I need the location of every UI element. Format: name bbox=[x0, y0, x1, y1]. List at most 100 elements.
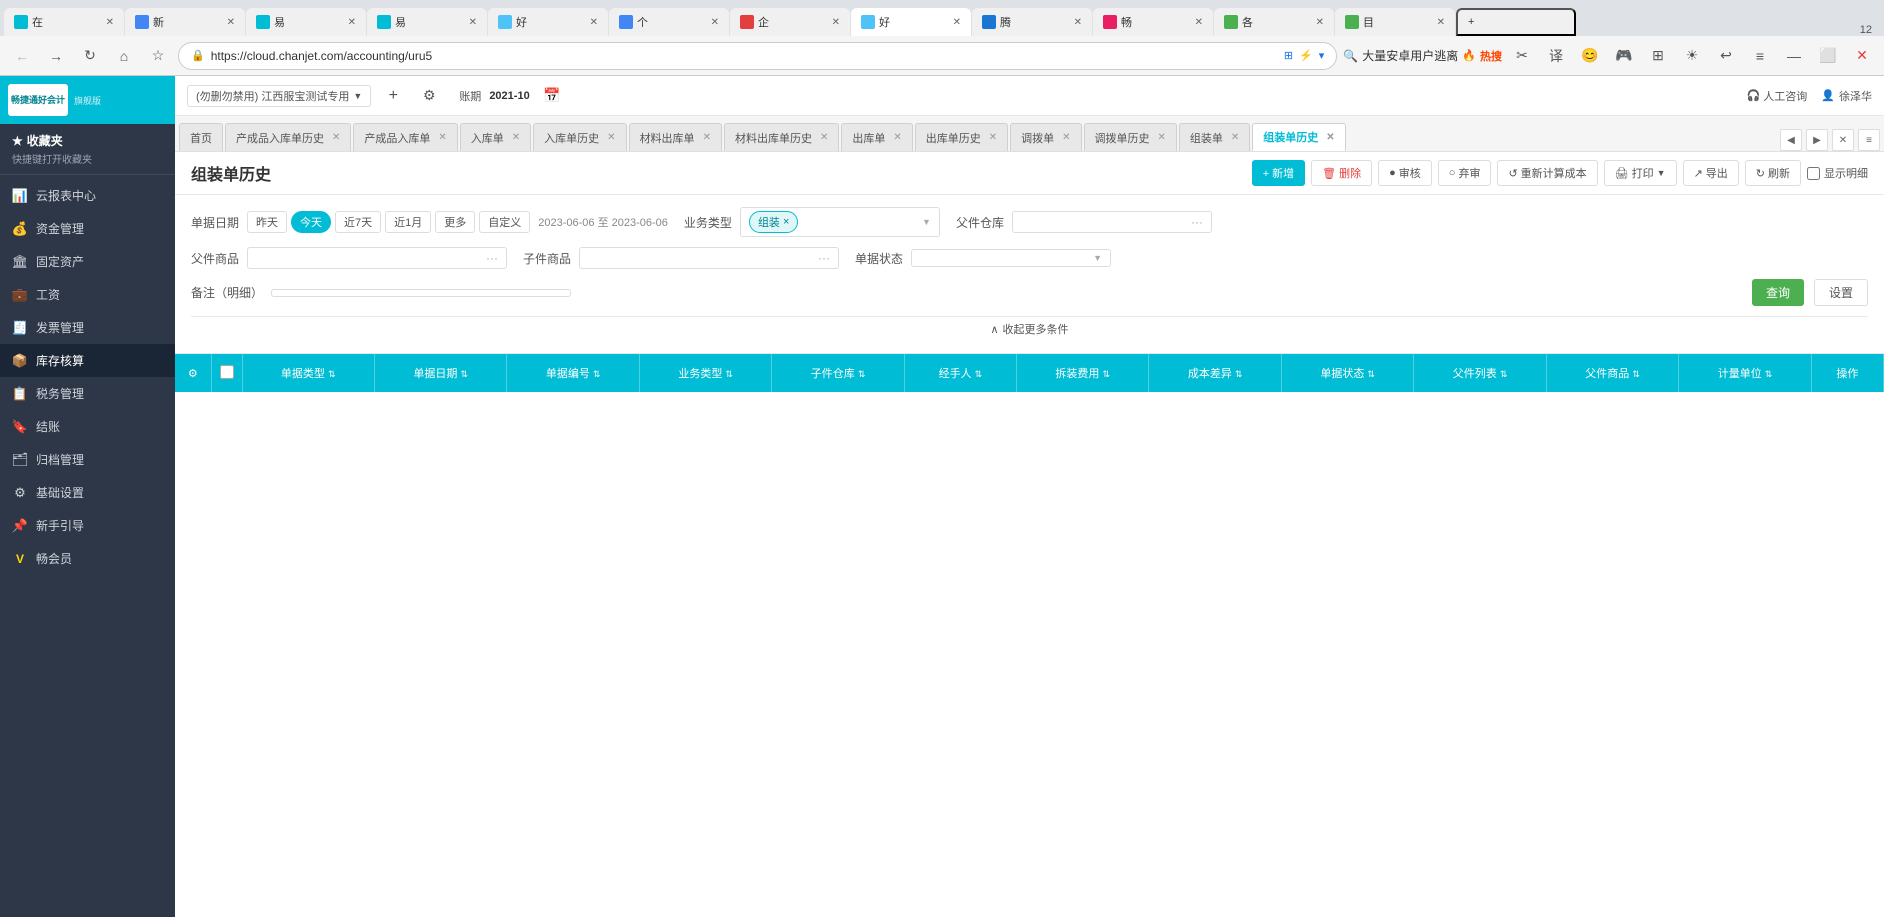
tab-menu-btn[interactable]: ≡ bbox=[1858, 129, 1880, 151]
browser-tab-1[interactable]: 在 ✕ bbox=[4, 8, 124, 36]
child-goods-dots[interactable]: ··· bbox=[818, 251, 830, 265]
new-btn[interactable]: + 新增 bbox=[1252, 160, 1305, 186]
sidebar-item-fixed-assets[interactable]: 🏛 固定资产 bbox=[0, 245, 175, 278]
tab-close-prod-in[interactable]: ✕ bbox=[438, 132, 446, 143]
tab-close-transfer[interactable]: ✕ bbox=[1062, 132, 1070, 143]
user-info[interactable]: 👤 徐泽华 bbox=[1821, 88, 1872, 104]
browser-tab-12[interactable]: 目 ✕ bbox=[1335, 8, 1455, 36]
week-btn[interactable]: 近7天 bbox=[335, 211, 381, 233]
page-tab-out-history[interactable]: 出库单历史 ✕ bbox=[915, 123, 1008, 151]
parent-goods-input[interactable]: ··· bbox=[247, 247, 507, 269]
company-settings-btn[interactable]: ⚙ bbox=[415, 82, 443, 110]
forward-btn[interactable]: → bbox=[42, 42, 70, 70]
th-bill-type[interactable]: 单据类型 ⇅ bbox=[242, 354, 374, 392]
menu-btn[interactable]: ≡ bbox=[1746, 42, 1774, 70]
show-detail-checkbox-container[interactable]: 显示明细 bbox=[1807, 165, 1868, 181]
tab-close-10[interactable]: ✕ bbox=[1195, 17, 1203, 28]
custom-btn[interactable]: 自定义 bbox=[479, 211, 530, 233]
browser-tab-9[interactable]: 腾 ✕ bbox=[972, 8, 1092, 36]
grid-btn[interactable]: ⊞ bbox=[1644, 42, 1672, 70]
biz-type-input-area[interactable]: 组装 × ▼ bbox=[740, 207, 940, 237]
print-btn[interactable]: 🖨 打印 ▼ bbox=[1604, 160, 1677, 186]
recalc-btn[interactable]: ↺ 重新计算成本 bbox=[1497, 160, 1597, 186]
calendar-btn[interactable]: 📅 bbox=[538, 82, 566, 110]
sun-btn[interactable]: ☀ bbox=[1678, 42, 1706, 70]
emoji-btn[interactable]: 😊 bbox=[1576, 42, 1604, 70]
back-btn[interactable]: ← bbox=[8, 42, 36, 70]
support-btn[interactable]: 🎧 人工咨询 bbox=[1741, 86, 1814, 106]
page-tab-out-order[interactable]: 出库单 ✕ bbox=[841, 123, 912, 151]
sidebar-item-cloud-reports[interactable]: 📊 云报表中心 bbox=[0, 179, 175, 212]
parent-warehouse-input[interactable]: ··· bbox=[1012, 211, 1212, 233]
tab-close-4[interactable]: ✕ bbox=[469, 17, 477, 28]
tab-close-in-history[interactable]: ✕ bbox=[607, 132, 615, 143]
translate-btn[interactable]: 译 bbox=[1542, 42, 1570, 70]
sidebar-item-inventory[interactable]: 📦 库存核算 bbox=[0, 344, 175, 377]
biz-type-dropdown-icon[interactable]: ▼ bbox=[922, 217, 931, 227]
add-company-btn[interactable]: + bbox=[379, 82, 407, 110]
browser-tab-5[interactable]: 好 ✕ bbox=[488, 8, 608, 36]
month-btn[interactable]: 近1月 bbox=[385, 211, 431, 233]
th-settings-icon[interactable]: ⚙ bbox=[188, 368, 198, 380]
page-tab-assembly-history[interactable]: 组装单历史 ✕ bbox=[1252, 123, 1345, 151]
th-handler-sort[interactable]: ⇅ bbox=[975, 369, 983, 379]
bill-status-select[interactable]: ▼ bbox=[911, 249, 1111, 267]
th-bill-no[interactable]: 单据编号 ⇅ bbox=[507, 354, 639, 392]
th-cost-diff[interactable]: 成本差异 ⇅ bbox=[1149, 354, 1281, 392]
th-disassembly-cost-sort[interactable]: ⇅ bbox=[1102, 369, 1110, 379]
sidebar-item-settings[interactable]: ⚙ 基础设置 bbox=[0, 476, 175, 509]
close-win-btn[interactable]: ✕ bbox=[1848, 42, 1876, 70]
dropdown-icon[interactable]: ▾ bbox=[1319, 49, 1325, 62]
browser-tab-6[interactable]: 个 ✕ bbox=[609, 8, 729, 36]
new-browser-tab-btn[interactable]: + bbox=[1456, 8, 1576, 36]
tab-close-material-out[interactable]: ✕ bbox=[703, 132, 711, 143]
tab-close-2[interactable]: ✕ bbox=[227, 17, 235, 28]
address-bar[interactable]: 🔒 https://cloud.chanjet.com/accounting/u… bbox=[178, 42, 1337, 70]
th-checkbox-control[interactable] bbox=[220, 365, 234, 379]
th-bill-status-sort[interactable]: ⇅ bbox=[1367, 369, 1375, 379]
tab-close-12[interactable]: ✕ bbox=[1437, 17, 1445, 28]
page-tab-prod-in-history[interactable]: 产成品入库单历史 ✕ bbox=[225, 123, 351, 151]
tab-close-1[interactable]: ✕ bbox=[106, 17, 114, 28]
tab-close-3[interactable]: ✕ bbox=[348, 17, 356, 28]
export-btn[interactable]: ↗ 导出 bbox=[1683, 160, 1739, 186]
th-child-warehouse-sort[interactable]: ⇅ bbox=[858, 369, 866, 379]
browser-tab-8[interactable]: 好 ✕ bbox=[851, 8, 971, 36]
th-bill-no-sort[interactable]: ⇅ bbox=[593, 369, 601, 379]
page-tab-transfer-history[interactable]: 调拨单历史 ✕ bbox=[1084, 123, 1177, 151]
parent-warehouse-dots[interactable]: ··· bbox=[1191, 215, 1203, 229]
tab-close-transfer-history[interactable]: ✕ bbox=[1158, 132, 1166, 143]
th-bill-status[interactable]: 单据状态 ⇅ bbox=[1281, 354, 1413, 392]
audit-btn[interactable]: ● 审核 bbox=[1378, 160, 1432, 186]
show-detail-checkbox[interactable] bbox=[1807, 167, 1820, 180]
th-parent-list-sort[interactable]: ⇅ bbox=[1500, 369, 1508, 379]
today-btn[interactable]: 今天 bbox=[291, 211, 331, 233]
unaudit-btn[interactable]: ○ 弃审 bbox=[1438, 160, 1492, 186]
tab-close-in-order[interactable]: ✕ bbox=[512, 132, 520, 143]
sidebar-item-fund-mgmt[interactable]: 💰 资金管理 bbox=[0, 212, 175, 245]
filter-settings-btn[interactable]: 设置 bbox=[1814, 279, 1868, 306]
th-biz-type[interactable]: 业务类型 ⇅ bbox=[639, 354, 771, 392]
page-tab-prod-in[interactable]: 产成品入库单 ✕ bbox=[353, 123, 457, 151]
tab-close-prod-in-history[interactable]: ✕ bbox=[332, 132, 340, 143]
refresh-btn[interactable]: ↻ 刷新 bbox=[1745, 160, 1801, 186]
th-child-warehouse[interactable]: 子件仓库 ⇅ bbox=[772, 354, 904, 392]
browser-tab-2[interactable]: 新 ✕ bbox=[125, 8, 245, 36]
company-selector[interactable]: (勿删勿禁用) 江西服宝测试专用 ▼ bbox=[187, 85, 371, 107]
sidebar-item-guide[interactable]: 📌 新手引导 bbox=[0, 509, 175, 542]
th-checkbox[interactable] bbox=[211, 354, 242, 392]
page-tab-in-history[interactable]: 入库单历史 ✕ bbox=[533, 123, 626, 151]
browser-tab-4[interactable]: 易 ✕ bbox=[367, 8, 487, 36]
sidebar-favorite-sub[interactable]: 快捷键打开收藏夹 bbox=[12, 151, 163, 166]
sidebar-item-tax[interactable]: 📋 税务管理 bbox=[0, 377, 175, 410]
child-goods-input[interactable]: ··· bbox=[579, 247, 839, 269]
tab-close-8[interactable]: ✕ bbox=[953, 17, 961, 28]
browser-tab-7[interactable]: 企 ✕ bbox=[730, 8, 850, 36]
browser-tab-10[interactable]: 畅 ✕ bbox=[1093, 8, 1213, 36]
home-btn[interactable]: ⌂ bbox=[110, 42, 138, 70]
tab-close-out-history[interactable]: ✕ bbox=[989, 132, 997, 143]
sidebar-item-checkout[interactable]: 🔖 结账 bbox=[0, 410, 175, 443]
th-cost-diff-sort[interactable]: ⇅ bbox=[1235, 369, 1243, 379]
sidebar-item-salary[interactable]: 💼 工资 bbox=[0, 278, 175, 311]
th-bill-type-sort[interactable]: ⇅ bbox=[328, 369, 336, 379]
